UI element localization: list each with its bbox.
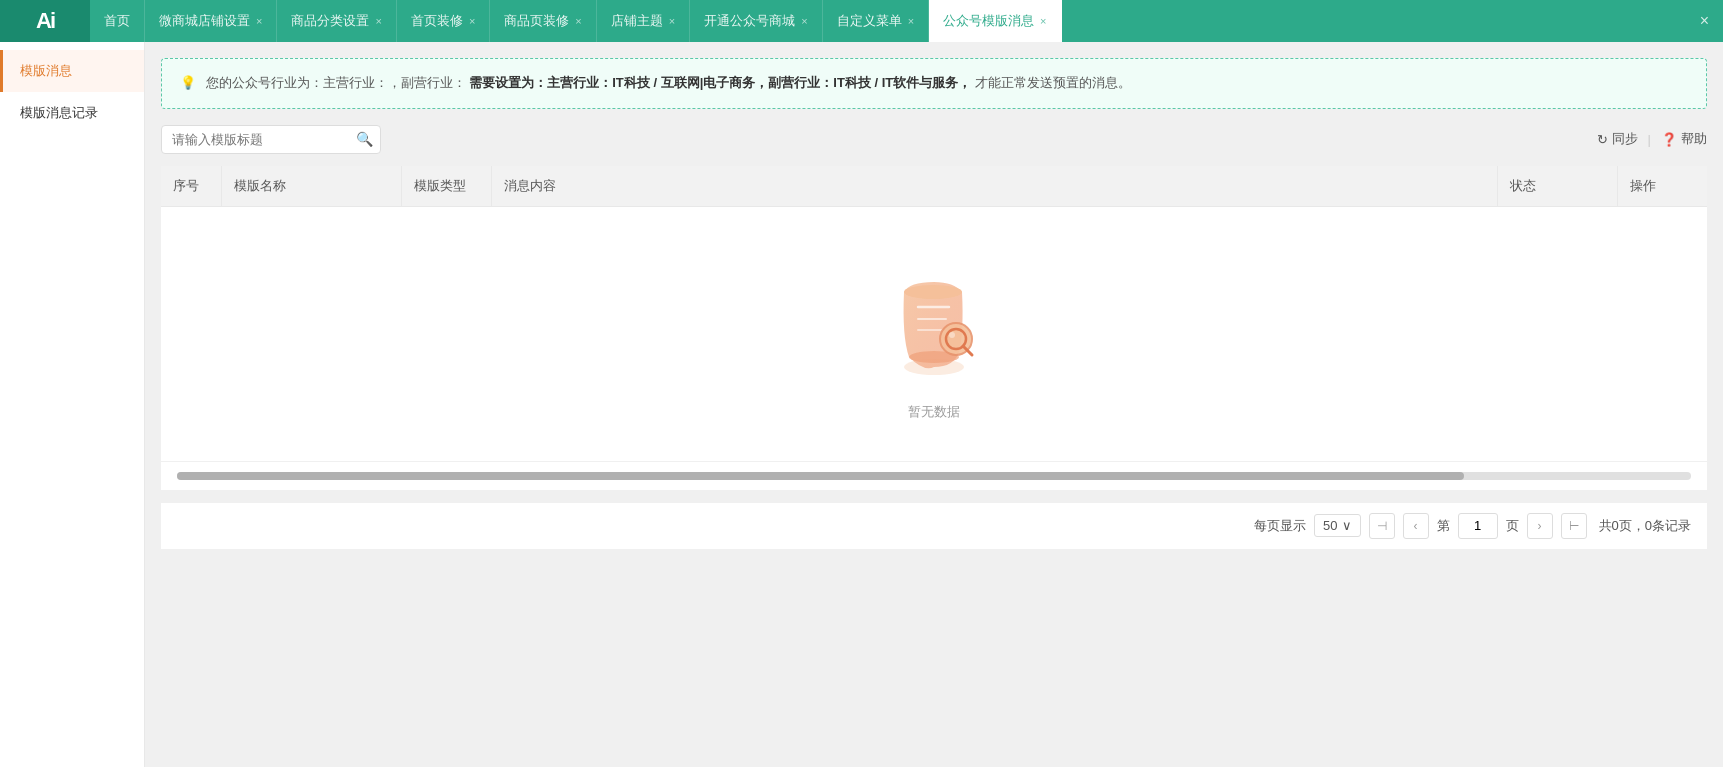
nav-tab-product-decor[interactable]: 商品页装修×	[490, 0, 596, 42]
nav-tab-product-category[interactable]: 商品分类设置×	[277, 0, 396, 42]
sidebar-item-template-msg[interactable]: 模版消息	[0, 50, 144, 92]
prev-page-button[interactable]: ‹	[1403, 513, 1429, 539]
content-area: 💡 您的公众号行业为：主营行业：，副营行业： 需要设置为：主营行业：IT科技 /…	[145, 42, 1723, 767]
logo-text: Ai	[36, 8, 54, 34]
sidebar: 模版消息模版消息记录	[0, 42, 145, 767]
scroll-thumb[interactable]	[177, 472, 1464, 480]
pagination: 每页显示 50 ∨ ⊣ ‹ 第 页 › ⊢ 共0页，0条记录	[161, 502, 1707, 549]
nav-tab-template-msg[interactable]: 公众号模版消息×	[929, 0, 1061, 42]
col-name: 模版名称	[221, 166, 401, 207]
help-icon: ❓	[1661, 132, 1677, 147]
page-label-before: 第	[1437, 517, 1450, 535]
empty-state: 暂无数据	[161, 207, 1707, 461]
close-tab-custom-menu[interactable]: ×	[908, 15, 914, 27]
top-nav: Ai 首页微商城店铺设置×商品分类设置×首页装修×商品页装修×店铺主题×开通公众…	[0, 0, 1723, 42]
close-tab-wsc-shop[interactable]: ×	[256, 15, 262, 27]
col-content: 消息内容	[491, 166, 1497, 207]
search-bar: 🔍 ↻ 同步 | ❓ 帮助	[161, 125, 1707, 154]
close-tab-home-decor[interactable]: ×	[469, 15, 475, 27]
scroll-track[interactable]	[177, 472, 1691, 480]
scroll-bar-area	[161, 461, 1707, 490]
sidebar-item-template-msg-record[interactable]: 模版消息记录	[0, 92, 144, 134]
help-label: 帮助	[1681, 130, 1707, 148]
close-all-button[interactable]: ×	[1686, 0, 1723, 42]
toolbar-divider: |	[1648, 132, 1651, 147]
col-index: 序号	[161, 166, 221, 207]
page-label-after: 页	[1506, 517, 1519, 535]
empty-illustration	[874, 267, 994, 387]
bulb-icon: 💡	[180, 75, 196, 90]
nav-tab-open-mall[interactable]: 开通公众号商城×	[690, 0, 822, 42]
close-tab-product-category[interactable]: ×	[375, 15, 381, 27]
search-input[interactable]	[161, 125, 381, 154]
help-button[interactable]: ❓ 帮助	[1661, 130, 1707, 148]
last-page-button[interactable]: ⊢	[1561, 513, 1587, 539]
main-layout: 模版消息模版消息记录 💡 您的公众号行业为：主营行业：，副营行业： 需要设置为：…	[0, 42, 1723, 767]
info-banner: 💡 您的公众号行业为：主营行业：，副营行业： 需要设置为：主营行业：IT科技 /…	[161, 58, 1707, 109]
info-highlight: 需要设置为：主营行业：IT科技 / 互联网|电子商务，副营行业：IT科技 / I…	[469, 75, 971, 90]
info-prefix: 您的公众号行业为：主营行业：，副营行业：	[206, 75, 466, 90]
sync-button[interactable]: ↻ 同步	[1597, 130, 1638, 148]
search-input-wrapper: 🔍	[161, 125, 381, 154]
close-tab-product-decor[interactable]: ×	[575, 15, 581, 27]
page-size-select[interactable]: 50 ∨	[1314, 514, 1360, 537]
app-logo: Ai	[0, 0, 90, 42]
col-status: 状态	[1497, 166, 1617, 207]
toolbar-right: ↻ 同步 | ❓ 帮助	[1597, 130, 1707, 148]
data-table: 序号模版名称模版类型消息内容状态操作	[161, 166, 1707, 207]
next-page-button[interactable]: ›	[1527, 513, 1553, 539]
sync-icon: ↻	[1597, 132, 1608, 147]
nav-tab-home[interactable]: 首页	[90, 0, 145, 42]
page-size-value: 50	[1323, 518, 1337, 533]
nav-tab-home-decor[interactable]: 首页装修×	[397, 0, 490, 42]
total-info: 共0页，0条记录	[1599, 517, 1691, 535]
nav-tab-custom-menu[interactable]: 自定义菜单×	[823, 0, 929, 42]
sync-label: 同步	[1612, 130, 1638, 148]
svg-point-1	[904, 285, 962, 299]
chevron-down-icon: ∨	[1342, 518, 1352, 533]
info-suffix: 才能正常发送预置的消息。	[975, 75, 1131, 90]
table-wrapper: 序号模版名称模版类型消息内容状态操作	[161, 166, 1707, 490]
current-page-input[interactable]	[1458, 513, 1498, 539]
close-tab-template-msg[interactable]: ×	[1040, 15, 1046, 27]
nav-tab-shop-theme[interactable]: 店铺主题×	[597, 0, 690, 42]
close-tab-open-mall[interactable]: ×	[801, 15, 807, 27]
search-button[interactable]: 🔍	[356, 131, 373, 147]
close-tab-shop-theme[interactable]: ×	[669, 15, 675, 27]
page-size-label: 每页显示	[1254, 517, 1306, 535]
empty-text: 暂无数据	[908, 403, 960, 421]
nav-tabs: 首页微商城店铺设置×商品分类设置×首页装修×商品页装修×店铺主题×开通公众号商城…	[90, 0, 1686, 42]
col-action: 操作	[1617, 166, 1707, 207]
col-type: 模版类型	[401, 166, 491, 207]
nav-tab-wsc-shop[interactable]: 微商城店铺设置×	[145, 0, 277, 42]
svg-point-9	[949, 332, 955, 338]
first-page-button[interactable]: ⊣	[1369, 513, 1395, 539]
